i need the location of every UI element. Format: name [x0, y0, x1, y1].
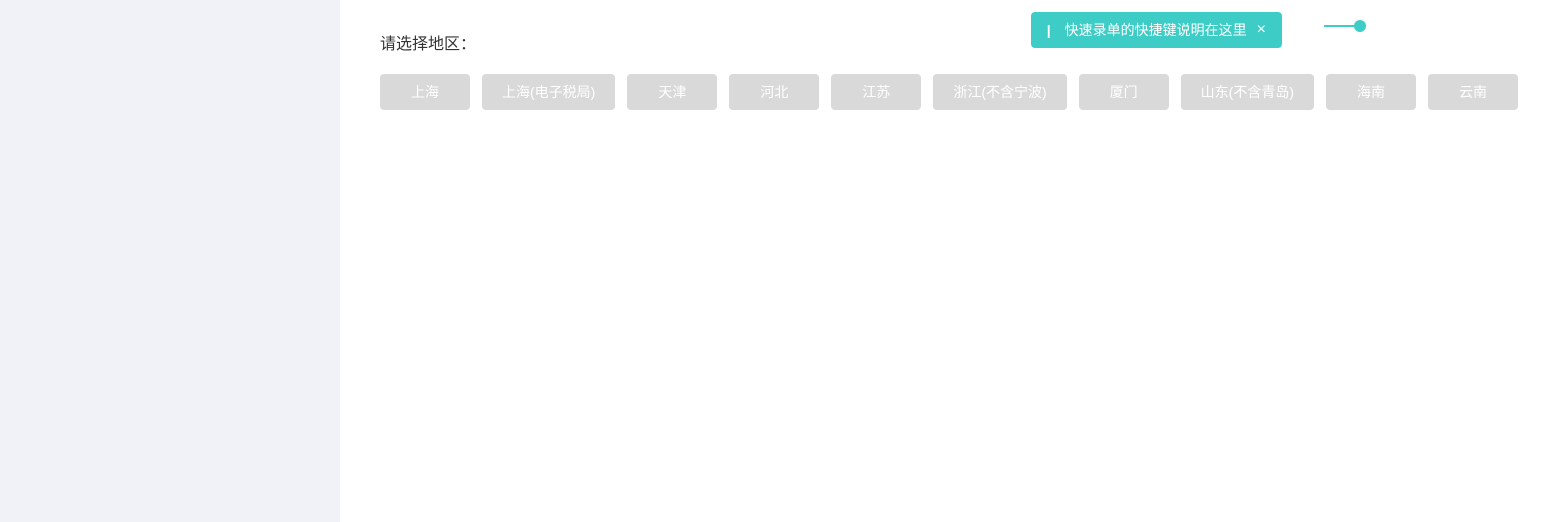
region-button-xiamen[interactable]: 厦门: [1079, 74, 1169, 110]
region-button-zhejiang[interactable]: 浙江(不含宁波): [933, 74, 1066, 110]
region-button-shandong[interactable]: 山东(不含青岛): [1181, 74, 1314, 110]
region-button-shanghai[interactable]: 上海: [380, 74, 470, 110]
left-sidebar: [0, 0, 340, 522]
tooltip-line: [1324, 25, 1354, 27]
main-content: 请选择地区： 上海上海(电子税局) 天津河北江苏浙江(不含宁波) 厦门山东(不含青岛…: [340, 0, 1562, 522]
region-buttons: 上海上海(电子税局) 天津河北江苏浙江(不含宁波) 厦门山东(不含青岛) 海南云南: [380, 74, 1522, 110]
tooltip-dot: [1354, 20, 1366, 32]
region-button-jiangsu[interactable]: 江苏: [831, 74, 921, 110]
region-button-yunnan[interactable]: 云南: [1428, 74, 1518, 110]
section-title: 请选择地区：: [380, 30, 1522, 54]
region-button-shanghai-etax[interactable]: 上海(电子税局): [482, 74, 615, 110]
region-button-hainan[interactable]: 海南: [1326, 74, 1416, 110]
region-button-tianjin[interactable]: 天津: [627, 74, 717, 110]
tooltip-close-button[interactable]: ×: [1257, 22, 1266, 38]
tooltip-text: 快速录单的快捷键说明在这里: [1065, 20, 1247, 40]
tooltip-banner: 快速录单的快捷键说明在这里 ×: [1031, 12, 1282, 48]
region-button-hebei[interactable]: 河北: [729, 74, 819, 110]
